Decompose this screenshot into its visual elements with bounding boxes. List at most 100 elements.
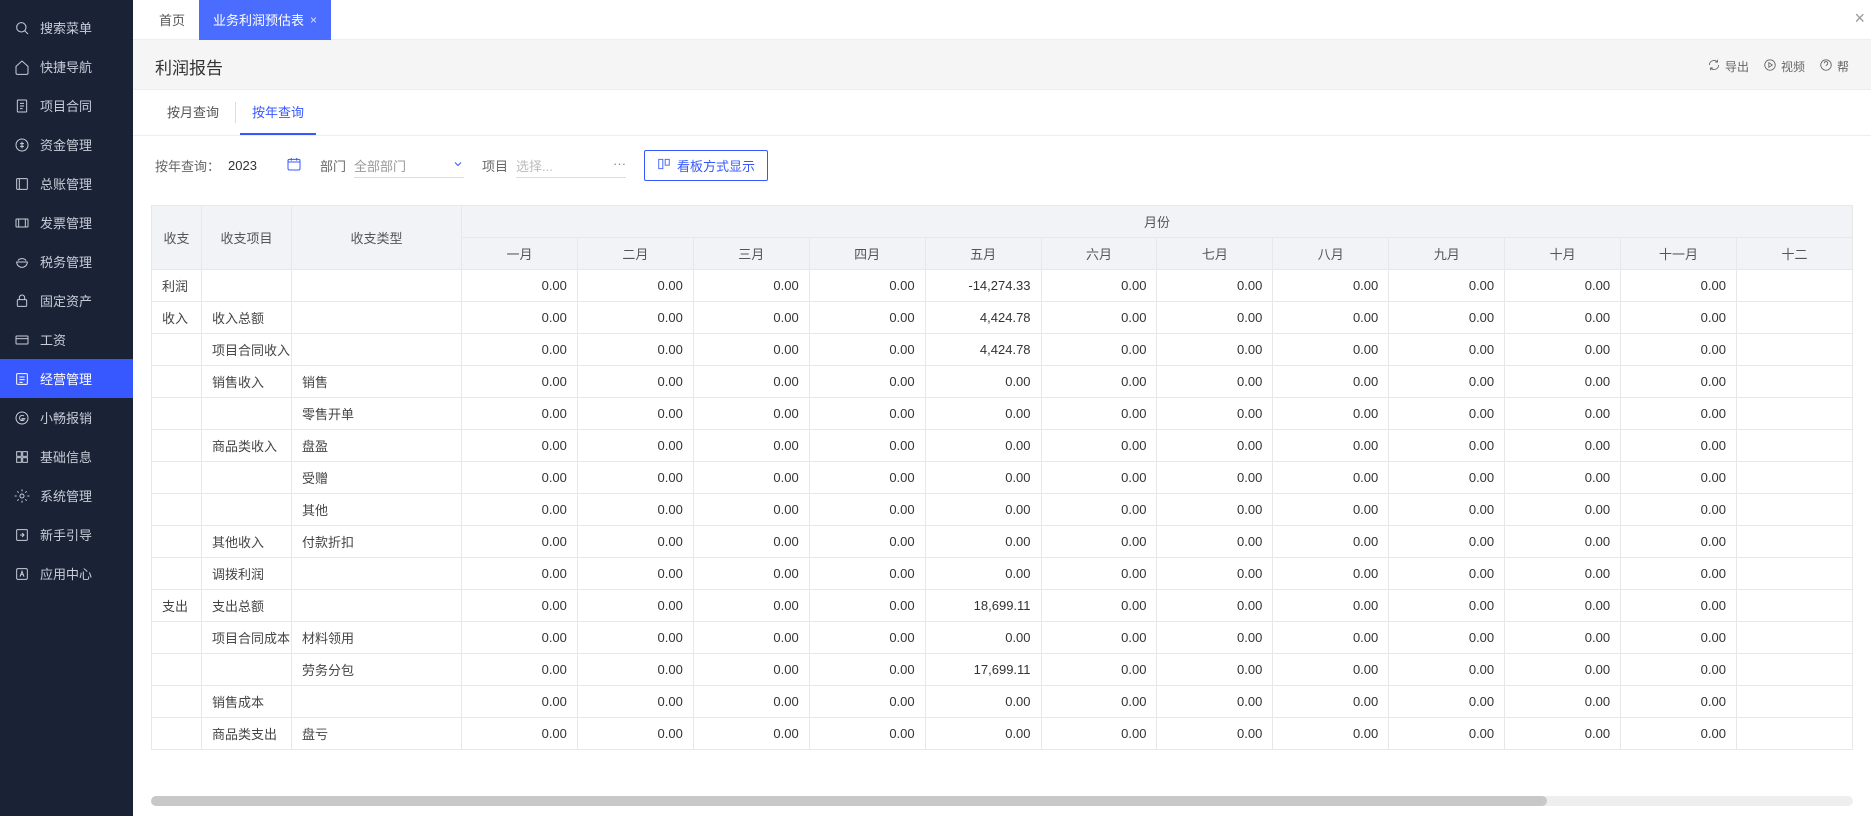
export-action[interactable]: 导出 xyxy=(1707,58,1749,75)
sidebar-item-label: 固定资产 xyxy=(40,291,92,310)
cell-value: 0.00 xyxy=(1157,398,1273,430)
close-icon[interactable]: × xyxy=(310,13,317,27)
cell-value: 0.00 xyxy=(925,526,1041,558)
cell-value: 0.00 xyxy=(1273,494,1389,526)
sidebar-item-quick-nav[interactable]: 快捷导航 xyxy=(0,47,133,86)
kanban-view-button[interactable]: 看板方式显示 xyxy=(644,150,768,181)
cell-value: 0.00 xyxy=(1621,718,1737,750)
cell-value: 0.00 xyxy=(577,718,693,750)
cell-sz xyxy=(152,366,202,398)
subtab-1[interactable]: 按年查询 xyxy=(240,90,316,135)
sidebar-item-ledger[interactable]: 总账管理 xyxy=(0,164,133,203)
home-icon xyxy=(14,59,30,75)
sidebar-item-sys-mgmt[interactable]: 系统管理 xyxy=(0,476,133,515)
scrollbar-thumb[interactable] xyxy=(151,796,1547,806)
cell-value: 0.00 xyxy=(1505,302,1621,334)
help-action[interactable]: 帮 xyxy=(1819,58,1849,75)
cell-item xyxy=(202,270,292,302)
project-more-icon: ··· xyxy=(613,156,626,175)
sidebar-item-search-menu[interactable]: 搜索菜单 xyxy=(0,8,133,47)
cell-value: 0.00 xyxy=(462,686,578,718)
cell-value: 0.00 xyxy=(577,622,693,654)
cell-value: 0.00 xyxy=(809,686,925,718)
cell-value: 0.00 xyxy=(1273,590,1389,622)
table-row: 其他0.000.000.000.000.000.000.000.000.000.… xyxy=(152,494,1853,526)
cell-value: 0.00 xyxy=(925,622,1041,654)
cell-value: 0.00 xyxy=(462,718,578,750)
tab-label: 业务利润预估表 xyxy=(213,10,304,29)
cell-value: 0.00 xyxy=(693,558,809,590)
cell-value: 0.00 xyxy=(693,686,809,718)
cell-value: 0.00 xyxy=(1505,622,1621,654)
sidebar-item-fund-mgmt[interactable]: 资金管理 xyxy=(0,125,133,164)
profit-table-wrap[interactable]: 收支收支项目收支类型月份一月二月三月四月五月六月七月八月九月十月十一月十二 利润… xyxy=(151,205,1853,790)
horizontal-scrollbar[interactable] xyxy=(151,796,1853,806)
tab-0[interactable]: 首页 xyxy=(145,0,199,40)
dept-dropdown[interactable]: 全部部门 xyxy=(354,154,464,178)
col-header: 收支 xyxy=(152,206,202,270)
cell-item: 商品类收入 xyxy=(202,430,292,462)
cell-value: 0.00 xyxy=(577,526,693,558)
cell-value: 0.00 xyxy=(1041,462,1157,494)
cell-value: 0.00 xyxy=(1157,494,1273,526)
cell-value xyxy=(1736,526,1852,558)
sidebar-item-app-center[interactable]: 应用中心 xyxy=(0,554,133,593)
cell-value: 0.00 xyxy=(1041,526,1157,558)
sidebar-item-tax[interactable]: 税务管理 xyxy=(0,242,133,281)
sidebar-item-guide[interactable]: 新手引导 xyxy=(0,515,133,554)
cell-value: 0.00 xyxy=(577,334,693,366)
year-input[interactable] xyxy=(228,158,278,173)
arrow-icon xyxy=(14,527,30,543)
cell-value: 0.00 xyxy=(693,526,809,558)
cell-value: 0.00 xyxy=(462,270,578,302)
cell-value: 0.00 xyxy=(1621,622,1737,654)
cell-item xyxy=(202,654,292,686)
cell-value xyxy=(1736,270,1852,302)
cell-sz xyxy=(152,430,202,462)
refresh-icon xyxy=(1707,58,1721,75)
sidebar-item-salary[interactable]: 工资 xyxy=(0,320,133,359)
cell-value: 0.00 xyxy=(809,398,925,430)
cell-item xyxy=(202,494,292,526)
cell-item: 支出总额 xyxy=(202,590,292,622)
cell-value: 0.00 xyxy=(1157,270,1273,302)
subtab-0[interactable]: 按月查询 xyxy=(155,90,231,135)
cell-value xyxy=(1736,366,1852,398)
sidebar-item-fixed-asset[interactable]: 固定资产 xyxy=(0,281,133,320)
kanban-icon xyxy=(657,157,671,174)
cell-value: 0.00 xyxy=(1621,558,1737,590)
sidebar-item-project-contract[interactable]: 项目合同 xyxy=(0,86,133,125)
calendar-icon[interactable] xyxy=(286,156,302,175)
page-title: 利润报告 xyxy=(155,54,223,79)
month-header: 十二 xyxy=(1736,238,1852,270)
cell-value: 0.00 xyxy=(1157,430,1273,462)
cell-value: 0.00 xyxy=(1041,686,1157,718)
close-all-tabs-icon[interactable]: × xyxy=(1854,8,1865,29)
cell-value: 0.00 xyxy=(577,398,693,430)
help-icon xyxy=(1819,58,1833,75)
sidebar-item-operation[interactable]: 经营管理 xyxy=(0,359,133,398)
cell-value: 0.00 xyxy=(1041,334,1157,366)
cell-value: 0.00 xyxy=(1273,686,1389,718)
month-group-header: 月份 xyxy=(462,206,1853,238)
cell-value: 0.00 xyxy=(925,398,1041,430)
subtabs: 按月查询按年查询 xyxy=(133,90,1871,136)
cell-item: 收入总额 xyxy=(202,302,292,334)
dept-filter: 部门 全部部门 xyxy=(320,154,464,178)
cell-value: 0.00 xyxy=(462,558,578,590)
cell-value: 0.00 xyxy=(1273,462,1389,494)
cell-value xyxy=(1736,590,1852,622)
table-row: 利润0.000.000.000.00-14,274.330.000.000.00… xyxy=(152,270,1853,302)
video-action[interactable]: 视频 xyxy=(1763,58,1805,75)
cell-type xyxy=(292,302,462,334)
tab-1[interactable]: 业务利润预估表 × xyxy=(199,0,331,40)
cell-value: 0.00 xyxy=(1621,302,1737,334)
cell-value: 0.00 xyxy=(1505,526,1621,558)
project-select[interactable]: 选择... ··· xyxy=(516,154,626,178)
cell-item xyxy=(202,398,292,430)
cell-type: 材料领用 xyxy=(292,622,462,654)
cell-value: 0.00 xyxy=(693,654,809,686)
sidebar-item-invoice[interactable]: 发票管理 xyxy=(0,203,133,242)
sidebar-item-basic-info[interactable]: 基础信息 xyxy=(0,437,133,476)
sidebar-item-xiaochang[interactable]: 小畅报销 xyxy=(0,398,133,437)
